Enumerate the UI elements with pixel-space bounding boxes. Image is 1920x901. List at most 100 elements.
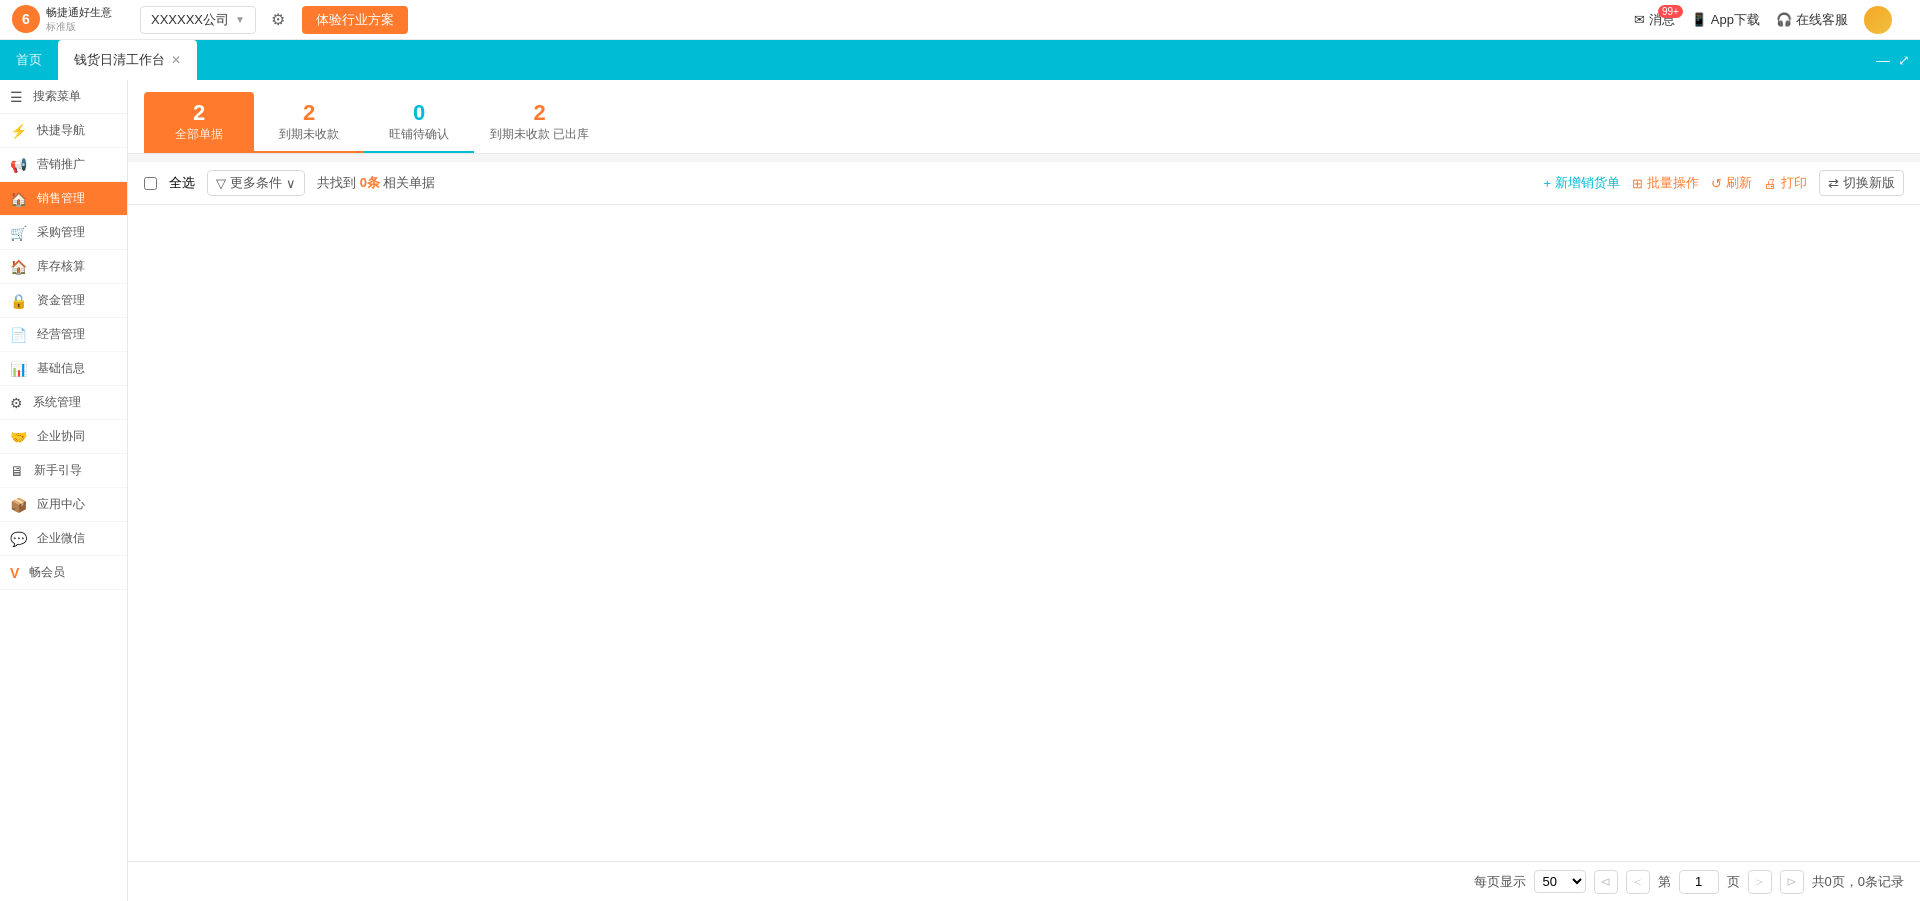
tab-close-icon[interactable]: ✕ bbox=[171, 53, 181, 67]
settings-button[interactable]: ⚙ bbox=[264, 6, 292, 34]
operations-label: 经营管理 bbox=[37, 326, 85, 343]
per-page-select[interactable]: 50 100 200 bbox=[1534, 870, 1586, 893]
purchase-label: 采购管理 bbox=[37, 224, 85, 241]
sidebar-item-vip[interactable]: V 畅会员 bbox=[0, 556, 127, 590]
sidebar-item-operations[interactable]: 📄 经营管理 bbox=[0, 318, 127, 352]
filter-button[interactable]: ▽ 更多条件 ∨ bbox=[207, 170, 305, 196]
inventory-icon: 🏠 bbox=[10, 259, 27, 275]
service-icon: 🎧 bbox=[1776, 12, 1792, 27]
sidebar-item-search[interactable]: ☰ 搜索菜单 bbox=[0, 80, 127, 114]
pending-count: 0 bbox=[380, 100, 458, 126]
download-icon: 📱 bbox=[1691, 12, 1707, 27]
print-button[interactable]: 🖨 打印 bbox=[1764, 174, 1807, 192]
enterprise-icon: 🤝 bbox=[10, 429, 27, 445]
first-page-button[interactable]: ⊲ bbox=[1594, 870, 1618, 894]
enterprise-label: 企业协同 bbox=[37, 428, 85, 445]
per-page-label: 每页显示 bbox=[1474, 873, 1526, 891]
chevron-down-icon: ∨ bbox=[286, 176, 296, 191]
avatar[interactable] bbox=[1864, 6, 1892, 34]
sidebar-item-marketing[interactable]: 📢 营销推广 bbox=[0, 148, 127, 182]
online-service-button[interactable]: 🎧 在线客服 bbox=[1776, 11, 1848, 29]
table-area bbox=[128, 205, 1920, 861]
tab-home[interactable]: 首页 bbox=[0, 40, 58, 80]
top-header: 6 畅捷通好生意 标准版 XXXXXX公司 ▼ ⚙ 体验行业方案 ✉ 消息 99… bbox=[0, 0, 1920, 40]
logo-area: 6 畅捷通好生意 标准版 bbox=[12, 5, 140, 33]
operations-icon: 📄 bbox=[10, 327, 27, 343]
overdue-shipped-label: 到期未收款 已出库 bbox=[490, 126, 589, 143]
app-center-label: 应用中心 bbox=[37, 496, 85, 513]
refresh-label: 刷新 bbox=[1726, 174, 1752, 192]
sidebar-item-inventory[interactable]: 🏠 库存核算 bbox=[0, 250, 127, 284]
quick-nav-icon: ⚡ bbox=[10, 123, 27, 139]
app-download-button[interactable]: 📱 App下载 bbox=[1691, 11, 1760, 29]
marketing-label: 营销推广 bbox=[37, 156, 85, 173]
sidebar-item-quick-nav[interactable]: ⚡ 快捷导航 bbox=[0, 114, 127, 148]
batch-icon: ⊞ bbox=[1632, 176, 1643, 191]
sales-icon: 🏠 bbox=[10, 191, 27, 207]
overdue-shipped-count: 2 bbox=[490, 100, 589, 126]
messages-button[interactable]: ✉ 消息 99+ bbox=[1634, 11, 1675, 29]
batch-operations-button[interactable]: ⊞ 批量操作 bbox=[1632, 174, 1699, 192]
page-suffix: 页 bbox=[1727, 873, 1740, 891]
header-right: ✉ 消息 99+ 📱 App下载 🎧 在线客服 bbox=[1634, 6, 1908, 34]
last-page-button[interactable]: ⊳ bbox=[1780, 870, 1804, 894]
sidebar-item-purchase[interactable]: 🛒 采购管理 bbox=[0, 216, 127, 250]
sidebar-item-sales[interactable]: 🏠 销售管理 bbox=[0, 182, 127, 216]
toolbar-right: + 新增销货单 ⊞ 批量操作 ↺ 刷新 🖨 打印 ⇄ 切换新版 bbox=[1543, 170, 1904, 196]
vip-icon: V bbox=[10, 565, 19, 581]
sidebar-item-guide[interactable]: 🖥 新手引导 bbox=[0, 454, 127, 488]
switch-label: 切换新版 bbox=[1843, 174, 1895, 192]
marketing-icon: 📢 bbox=[10, 157, 27, 173]
search-label: 搜索菜单 bbox=[33, 88, 81, 105]
logo-sub: 标准版 bbox=[46, 20, 112, 34]
found-suffix: 相关单据 bbox=[383, 175, 435, 190]
avatar-image bbox=[1864, 6, 1892, 34]
window-minimize-icon[interactable]: — bbox=[1876, 52, 1890, 68]
sales-label: 销售管理 bbox=[37, 190, 85, 207]
workbench-tab-label: 钱货日清工作台 bbox=[74, 51, 165, 69]
company-selector[interactable]: XXXXXX公司 ▼ bbox=[140, 6, 256, 34]
add-sales-order-button[interactable]: + 新增销货单 bbox=[1543, 174, 1620, 192]
finance-label: 资金管理 bbox=[37, 292, 85, 309]
found-prefix: 共找到 bbox=[317, 175, 356, 190]
sidebar-item-sys-mgmt[interactable]: ⚙ 系统管理 bbox=[0, 386, 127, 420]
summary-tab-pending[interactable]: 0 旺铺待确认 bbox=[364, 92, 474, 153]
switch-version-button[interactable]: ⇄ 切换新版 bbox=[1819, 170, 1904, 196]
sidebar-item-finance[interactable]: 🔒 资金管理 bbox=[0, 284, 127, 318]
select-all-checkbox[interactable] bbox=[144, 177, 157, 190]
filter-icon: ▽ bbox=[216, 176, 226, 191]
home-tab-label: 首页 bbox=[16, 51, 42, 69]
sidebar-item-enterprise[interactable]: 🤝 企业协同 bbox=[0, 420, 127, 454]
sidebar-item-wechat[interactable]: 💬 企业微信 bbox=[0, 522, 127, 556]
tab-underline2 bbox=[364, 151, 474, 153]
tab-workbench[interactable]: 钱货日清工作台 ✕ bbox=[58, 40, 197, 80]
base-info-icon: 📊 bbox=[10, 361, 27, 377]
next-page-button[interactable]: ＞ bbox=[1748, 870, 1772, 894]
plus-icon: + bbox=[1543, 176, 1551, 191]
summary-tab-all[interactable]: 2 全部单据 bbox=[144, 92, 254, 153]
sidebar-item-app-center[interactable]: 📦 应用中心 bbox=[0, 488, 127, 522]
page-number-input[interactable] bbox=[1679, 870, 1719, 894]
base-info-label: 基础信息 bbox=[37, 360, 85, 377]
sys-mgmt-label: 系统管理 bbox=[33, 394, 81, 411]
add-label: 新增销货单 bbox=[1555, 174, 1620, 192]
trial-button[interactable]: 体验行业方案 bbox=[302, 6, 408, 34]
vip-label: 畅会员 bbox=[29, 564, 65, 581]
wechat-label: 企业微信 bbox=[37, 530, 85, 547]
refresh-button[interactable]: ↺ 刷新 bbox=[1711, 174, 1752, 192]
all-count: 2 bbox=[160, 100, 238, 126]
switch-icon: ⇄ bbox=[1828, 176, 1839, 191]
summary-tab-overdue[interactable]: 2 到期未收款 bbox=[254, 92, 364, 153]
window-maximize-icon[interactable]: ⤢ bbox=[1898, 52, 1910, 68]
chevron-down-icon: ▼ bbox=[235, 14, 245, 25]
summary-tab-overdue-shipped[interactable]: 2 到期未收款 已出库 bbox=[474, 92, 605, 153]
guide-icon: 🖥 bbox=[10, 463, 24, 479]
search-icon: ☰ bbox=[10, 89, 23, 105]
page-label: 第 bbox=[1658, 873, 1671, 891]
message-icon: ✉ bbox=[1634, 12, 1645, 27]
found-count: 0条 bbox=[360, 175, 380, 190]
sidebar-item-base-info[interactable]: 📊 基础信息 bbox=[0, 352, 127, 386]
logo-icon: 6 bbox=[12, 5, 40, 33]
app-download-label: App下载 bbox=[1711, 11, 1760, 29]
prev-page-button[interactable]: ＜ bbox=[1626, 870, 1650, 894]
